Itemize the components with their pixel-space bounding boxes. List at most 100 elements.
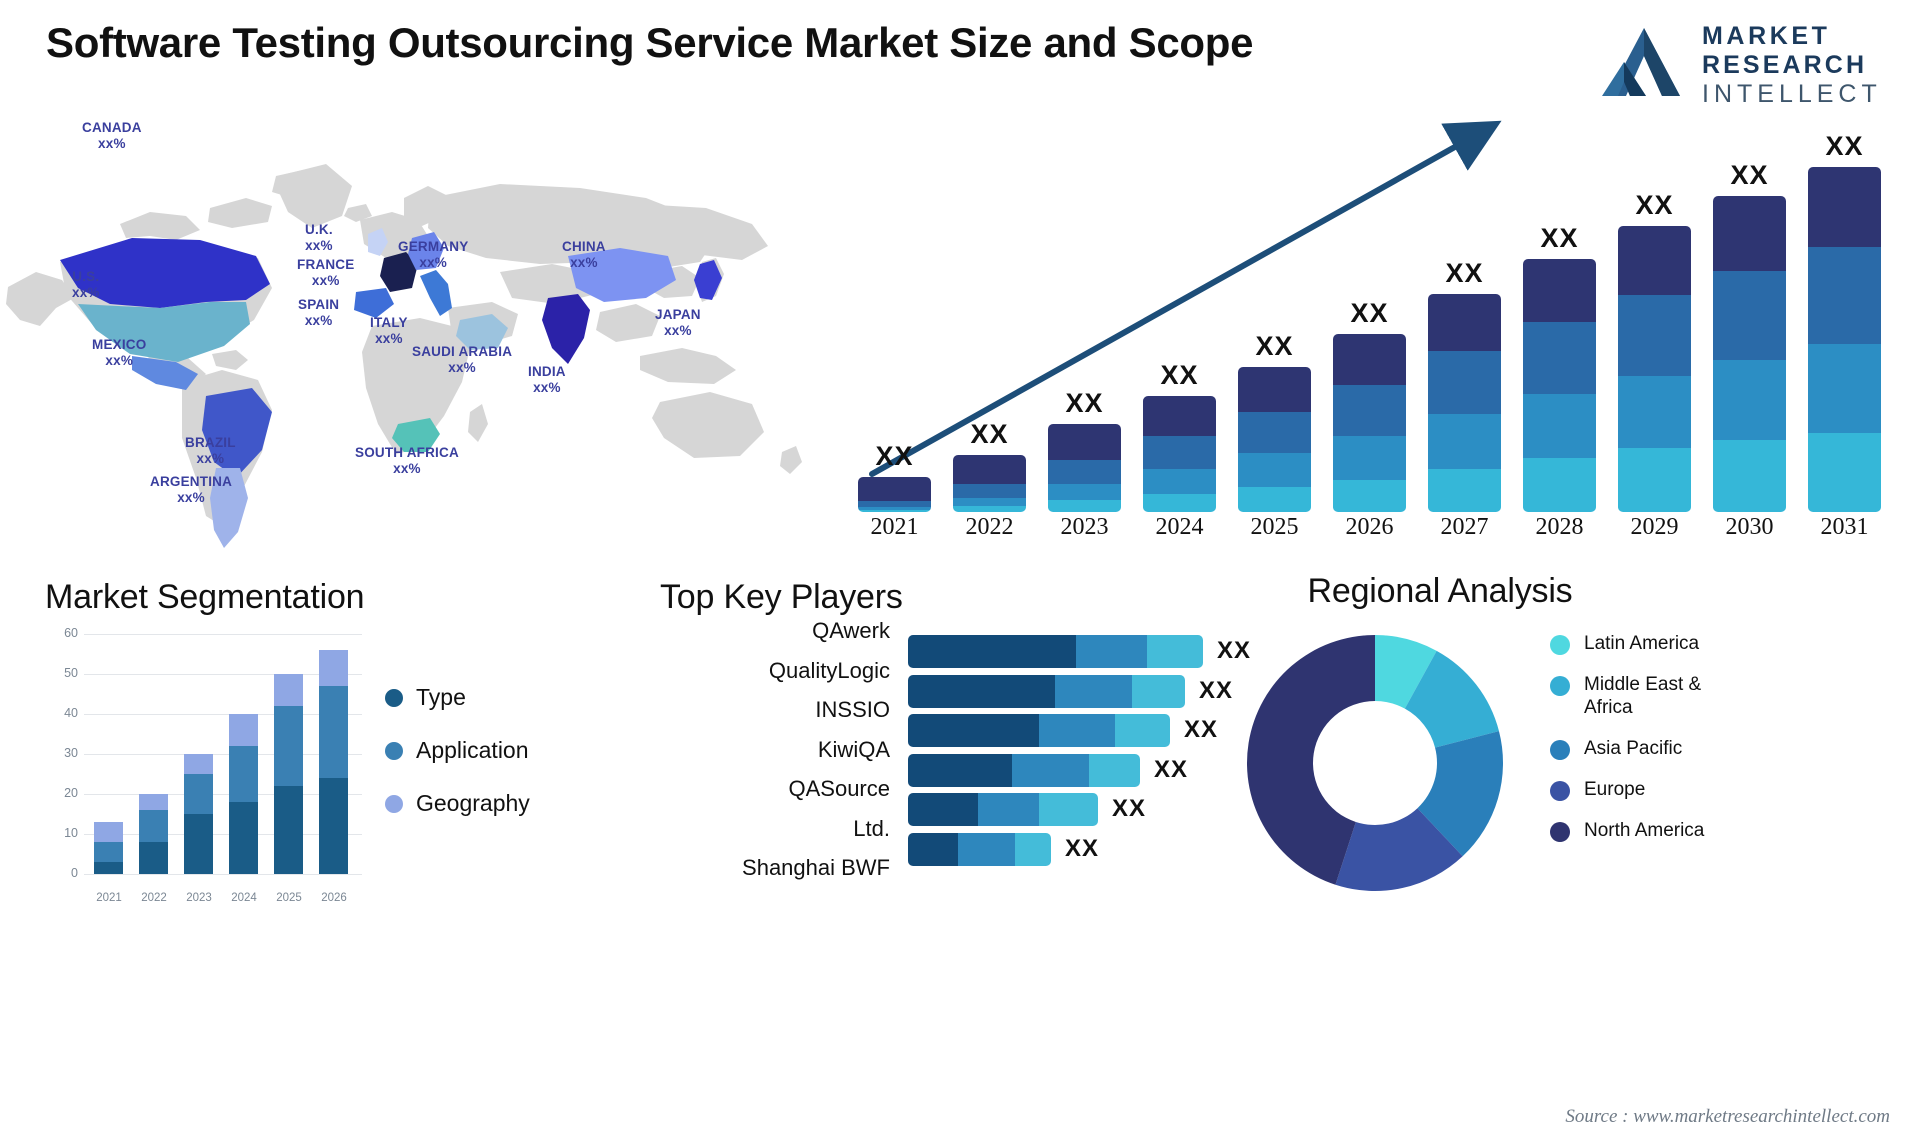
forecast-bar-segment: [1143, 468, 1216, 495]
forecast-bar-segment: [1048, 500, 1121, 512]
regional-analysis-donut-chart: [1247, 635, 1503, 891]
forecast-bar-value-label: XX: [1445, 258, 1484, 288]
map-label-spain: SPAIN xx%: [298, 297, 339, 329]
world-map-svg: [6, 164, 802, 548]
forecast-bar-stack: [1238, 367, 1311, 512]
regional-legend-item[interactable]: Asia Pacific: [1550, 737, 1724, 760]
regional-legend-label: Asia Pacific: [1584, 738, 1683, 759]
key-player-bar-segment: [1132, 674, 1185, 708]
segmentation-legend-item[interactable]: Geography: [385, 790, 530, 817]
key-player-bar-segment: [1012, 753, 1089, 787]
map-country-italy: [420, 270, 452, 316]
key-player-bar-segment: [1039, 793, 1098, 826]
map-label-saudi-arabia: SAUDI ARABIA xx%: [412, 344, 512, 376]
key-player-bar-segment: [978, 793, 1040, 826]
mountain-logo-icon: [1602, 28, 1680, 96]
forecast-bar-segment: [1333, 479, 1406, 512]
segmentation-bar: [139, 794, 168, 874]
legend-dot-icon: [385, 688, 403, 707]
segmentation-bar-piece: [139, 794, 168, 810]
map-label-italy: ITALY xx%: [370, 315, 408, 347]
forecast-bar-year-label: 2022: [965, 514, 1014, 540]
map-label-country: ARGENTINA: [150, 474, 233, 489]
forecast-bar-year-label: 2023: [1060, 514, 1109, 540]
forecast-bar-value-label: XX: [970, 419, 1009, 449]
map-label-value: xx%: [72, 285, 100, 300]
map-label-value: xx%: [419, 255, 448, 270]
key-player-name: INSSIO: [815, 697, 890, 722]
forecast-bar-stack: [1333, 334, 1406, 512]
forecast-bar-segment: [1333, 334, 1406, 385]
forecast-bar-segment: [953, 506, 1026, 512]
map-label-brazil: BRAZIL xx%: [185, 435, 236, 467]
forecast-bar-segment: [1618, 226, 1691, 295]
map-label-u-k: U.K. xx%: [305, 222, 333, 254]
forecast-bar-segment: [1333, 435, 1406, 480]
legend-dot-icon: [1550, 822, 1570, 842]
top-key-players-panel: Top Key Players QAwerk QualityLogic INSSIO…: [620, 560, 1250, 1146]
legend-dot-icon: [1550, 781, 1570, 801]
forecast-bar-value-label: XX: [1540, 223, 1579, 253]
map-label-country: CANADA: [82, 120, 142, 135]
regional-legend-item[interactable]: Europe: [1550, 778, 1724, 801]
map-label-value: xx%: [393, 461, 421, 476]
logo-line-market: MARKET: [1702, 22, 1831, 50]
forecast-bar-segment: [1238, 412, 1311, 454]
map-label-country: GERMANY: [398, 239, 469, 254]
forecast-bar-segment: [858, 510, 931, 512]
key-player-bar-segment: [1054, 674, 1133, 708]
forecast-bar-year-label: 2024: [1155, 514, 1204, 540]
forecast-bar-year-label: 2025: [1250, 514, 1299, 540]
forecast-bar-segment: [1143, 436, 1216, 469]
forecast-bar-segment: [1048, 460, 1121, 484]
regional-legend-item[interactable]: Latin America: [1550, 632, 1724, 655]
regional-legend-item[interactable]: Middle East & Africa: [1550, 673, 1724, 719]
segmentation-y-tick: 40: [64, 706, 78, 720]
bottom-section: Market Segmentation 60 50 40 30 20 10 0 2021 202…: [0, 560, 1920, 1146]
forecast-bar-column: [1238, 367, 1311, 512]
forecast-bar-segment: [1333, 384, 1406, 436]
map-label-value: xx%: [105, 353, 134, 368]
forecast-bar-value-label: XX: [1255, 331, 1294, 361]
forecast-bar-stack: [1618, 226, 1691, 512]
segmentation-y-tick: 60: [64, 626, 78, 640]
forecast-bar-value-label: XX: [1160, 360, 1199, 390]
segmentation-bar: [319, 650, 348, 874]
key-player-bar-segment: [1114, 714, 1170, 747]
key-player-bar-segment: [908, 714, 1039, 747]
regional-legend-item[interactable]: North America: [1550, 819, 1724, 842]
segmentation-x-label: 2025: [276, 892, 302, 904]
segmentation-legend-label: Application: [416, 737, 529, 763]
forecast-bar-segment: [953, 498, 1026, 507]
segmentation-y-tick: 0: [71, 866, 78, 880]
map-label-country: SOUTH AFRICA: [355, 445, 459, 460]
forecast-bar-segment: [858, 477, 931, 502]
key-player-bar-segment: [908, 674, 1055, 708]
map-label-u-s: U.S. xx%: [72, 269, 100, 301]
forecast-bar-column: [1713, 196, 1786, 512]
forecast-bar-segment: [1808, 247, 1881, 345]
segmentation-bar-piece: [184, 814, 213, 874]
map-label-value: xx%: [664, 323, 692, 338]
forecast-bar-stack: [858, 477, 931, 512]
map-label-mexico: MEXICO xx%: [92, 337, 146, 369]
segmentation-bar-piece: [319, 686, 348, 778]
market-segmentation-title: Market Segmentation: [45, 578, 365, 616]
forecast-bar-segment: [1048, 424, 1121, 461]
forecast-bar-segment: [1808, 432, 1881, 512]
segmentation-bar: [229, 714, 258, 874]
segmentation-gridline: [84, 634, 362, 635]
brand-logo: MARKET RESEARCH INTELLECT: [1594, 16, 1894, 108]
segmentation-bar-piece: [94, 822, 123, 842]
segmentation-bar-piece: [229, 746, 258, 802]
segmentation-legend-item[interactable]: Type: [385, 684, 530, 711]
segmentation-legend-item[interactable]: Application: [385, 737, 530, 764]
top-key-players-title: Top Key Players: [660, 578, 903, 616]
forecast-bar-column: [953, 455, 1026, 512]
regional-analysis-panel: Regional Analysis Latin America Middle Ea…: [1180, 560, 1920, 1146]
key-player-name: QASource: [788, 776, 891, 801]
regional-legend-label: Europe: [1584, 779, 1646, 800]
map-label-country: U.S.: [72, 269, 100, 284]
market-segmentation-legend: Type Application Geography: [385, 684, 530, 843]
forecast-bar-stack: [1523, 259, 1596, 512]
